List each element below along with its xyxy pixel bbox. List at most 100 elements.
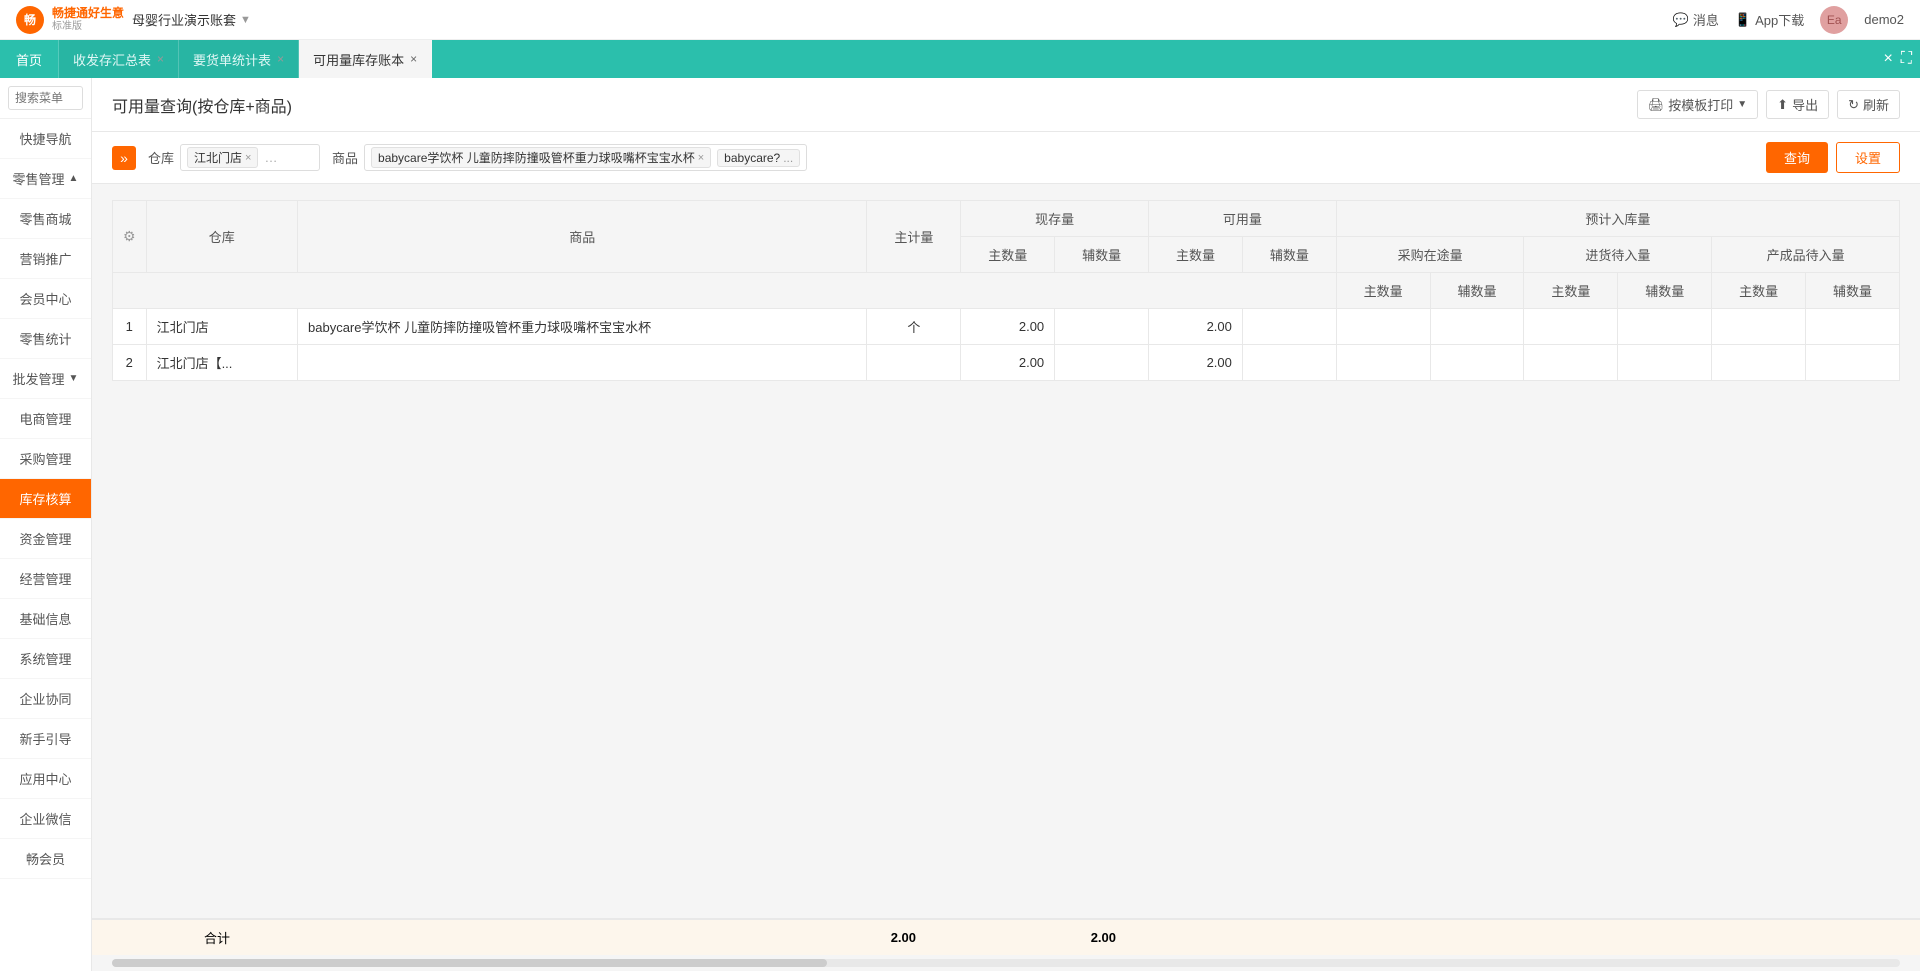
version-label: 标准版 bbox=[52, 21, 124, 33]
tab-fullscreen-icon[interactable]: ⛶ bbox=[1901, 50, 1912, 68]
tab-close-all-icon[interactable]: × bbox=[1883, 50, 1892, 68]
search-input[interactable] bbox=[8, 86, 83, 110]
top-bar-right: 💬 消息 📱 App下载 Ea demo2 bbox=[1673, 6, 1904, 34]
sidebar-item-xinshou[interactable]: 新手引导 bbox=[0, 719, 91, 759]
product-tag-container[interactable]: babycare学饮杯 儿童防摔防撞吸管杯重力球吸嘴杯宝宝水杯 × babyca… bbox=[364, 144, 807, 171]
footer-current-main: 2.00 bbox=[796, 930, 916, 945]
main-layout: 快捷导航 零售管理 ▲ 零售商城 营销推广 会员中心 零售统计 批发管理 ▼ 电… bbox=[0, 78, 1920, 971]
product-tag-0-close-icon[interactable]: × bbox=[698, 152, 704, 164]
cell-warehouse-2: 江北门店【... bbox=[146, 345, 297, 381]
th-inbound-pending: 进货待入量 bbox=[1524, 237, 1712, 273]
refresh-icon: ↻ bbox=[1848, 97, 1859, 113]
sidebar-item-xitong[interactable]: 系统管理 bbox=[0, 639, 91, 679]
footer-total: 合计 2.00 2.00 bbox=[92, 918, 1920, 955]
data-table: ⚙ 仓库 商品 主计量 现存量 bbox=[112, 200, 1900, 381]
product-filter-group: 商品 babycare学饮杯 儿童防摔防撞吸管杯重力球吸嘴杯宝宝水杯 × bab… bbox=[332, 144, 807, 171]
cell-prod-aux-2 bbox=[1806, 345, 1900, 381]
cell-warehouse-1: 江北门店 bbox=[146, 309, 297, 345]
message-btn[interactable]: 💬 消息 bbox=[1673, 10, 1719, 29]
message-icon: 💬 bbox=[1673, 12, 1689, 28]
scroll-thumb[interactable] bbox=[112, 959, 827, 967]
sidebar-item-lingshoshangcheng[interactable]: 零售商城 bbox=[0, 199, 91, 239]
export-icon: ⬆ bbox=[1777, 97, 1788, 113]
th-planned-inbound: 预计入库量 bbox=[1336, 201, 1899, 237]
sidebar-item-pifa[interactable]: 批发管理 ▼ bbox=[0, 359, 91, 399]
sidebar-item-yingxiao[interactable]: 营销推广 bbox=[0, 239, 91, 279]
sidebar-item-zijin[interactable]: 资金管理 bbox=[0, 519, 91, 559]
close-shoufacun-icon[interactable]: × bbox=[157, 52, 164, 66]
sidebar-item-diansahng[interactable]: 电商管理 bbox=[0, 399, 91, 439]
refresh-btn[interactable]: ↻ 刷新 bbox=[1837, 90, 1900, 119]
sidebar-item-kucun[interactable]: 库存核算 bbox=[0, 479, 91, 519]
sidebar-item-lingshotongji[interactable]: 零售统计 bbox=[0, 319, 91, 359]
th-production-pending: 产成品待入量 bbox=[1712, 237, 1900, 273]
warehouse-tag: 江北门店 × bbox=[187, 147, 258, 168]
download-icon: 📱 bbox=[1735, 12, 1751, 28]
pifa-arrow-icon: ▼ bbox=[69, 373, 79, 384]
product-label: 商品 bbox=[332, 148, 358, 167]
sidebar-item-qiyeweixin[interactable]: 企业微信 bbox=[0, 799, 91, 839]
cell-inb-aux-1 bbox=[1618, 309, 1712, 345]
scroll-bar-area bbox=[92, 955, 1920, 971]
cell-prod-main-1 bbox=[1712, 309, 1806, 345]
tab-bar: 首页 收发存汇总表 × 要货单统计表 × 可用量库存账本 × × ⛶ bbox=[0, 40, 1920, 78]
close-yaohuo-icon[interactable]: × bbox=[277, 52, 284, 66]
tab-yaohuo[interactable]: 要货单统计表 × bbox=[179, 40, 299, 78]
cell-product-2 bbox=[298, 345, 867, 381]
cell-inb-aux-2 bbox=[1618, 345, 1712, 381]
footer-available-main: 2.00 bbox=[996, 930, 1116, 945]
cell-inb-main-1 bbox=[1524, 309, 1618, 345]
warehouse-ellipsis: … bbox=[264, 150, 277, 165]
settings-btn[interactable]: 设置 bbox=[1836, 142, 1900, 173]
scroll-track[interactable] bbox=[112, 959, 1900, 967]
sidebar-item-lingshou[interactable]: 零售管理 ▲ bbox=[0, 159, 91, 199]
cell-pur-main-2 bbox=[1336, 345, 1430, 381]
table-row: 1 江北门店 babycare学饮杯 儿童防摔防撞吸管杯重力球吸嘴杯宝宝水杯 个… bbox=[113, 309, 1900, 345]
tab-home[interactable]: 首页 bbox=[0, 40, 59, 78]
th-available: 可用量 bbox=[1149, 201, 1337, 237]
cell-pur-main-1 bbox=[1336, 309, 1430, 345]
tab-controls: × ⛶ bbox=[1875, 50, 1920, 68]
tab-shoufacun[interactable]: 收发存汇总表 × bbox=[59, 40, 179, 78]
export-btn[interactable]: ⬆ 导出 bbox=[1766, 90, 1829, 119]
th-current-main: 主数量 bbox=[961, 237, 1055, 273]
warehouse-tag-container[interactable]: 江北门店 × … bbox=[180, 144, 320, 171]
sidebar-item-changhyuan[interactable]: 畅会员 bbox=[0, 839, 91, 879]
cell-curr-main-1: 2.00 bbox=[961, 309, 1055, 345]
avatar[interactable]: Ea bbox=[1820, 6, 1848, 34]
template-print-btn[interactable]: 🖨 按模板打印 ▼ bbox=[1637, 90, 1758, 119]
app-download-btn[interactable]: 📱 App下载 bbox=[1735, 10, 1804, 29]
sidebar-item-jingying[interactable]: 经营管理 bbox=[0, 559, 91, 599]
th-inbound-aux-label: 辅数量 bbox=[1618, 273, 1712, 309]
sidebar-item-jichu[interactable]: 基础信息 bbox=[0, 599, 91, 639]
sidebar-item-qiye[interactable]: 企业协同 bbox=[0, 679, 91, 719]
expand-filter-btn[interactable]: » bbox=[112, 146, 136, 170]
cell-avail-aux-1 bbox=[1242, 309, 1336, 345]
th-warehouse: 仓库 bbox=[146, 201, 297, 273]
page-header: 可用量查询(按仓库+商品) 🖨 按模板打印 ▼ ⬆ 导出 ↻ 刷新 bbox=[92, 78, 1920, 132]
warehouse-tag-close-icon[interactable]: × bbox=[245, 152, 251, 164]
close-keyongliang-icon[interactable]: × bbox=[410, 52, 417, 66]
template-arrow-icon: ▼ bbox=[1737, 99, 1747, 110]
tab-keyongliang[interactable]: 可用量库存账本 × bbox=[299, 40, 432, 78]
cell-prod-aux-1 bbox=[1806, 309, 1900, 345]
product-more-indicator: ... bbox=[783, 151, 793, 165]
page-title: 可用量查询(按仓库+商品) bbox=[112, 93, 292, 129]
th-prod-aux-label: 辅数量 bbox=[1806, 273, 1900, 309]
column-settings-icon[interactable]: ⚙ bbox=[123, 228, 136, 244]
th-available-aux: 辅数量 bbox=[1242, 237, 1336, 273]
cell-product-1: babycare学饮杯 儿童防摔防撞吸管杯重力球吸嘴杯宝宝水杯 bbox=[298, 309, 867, 345]
cell-unit-2 bbox=[867, 345, 961, 381]
query-btn[interactable]: 查询 bbox=[1766, 142, 1828, 173]
cell-pur-aux-1 bbox=[1430, 309, 1524, 345]
sidebar-item-kuaijie[interactable]: 快捷导航 bbox=[0, 119, 91, 159]
top-bar-left: 畅 畅捷通好生意 标准版 母婴行业演示账套 ▼ bbox=[16, 6, 251, 34]
sidebar-item-caigou[interactable]: 采购管理 bbox=[0, 439, 91, 479]
sidebar-item-huiyuan[interactable]: 会员中心 bbox=[0, 279, 91, 319]
th-settings: ⚙ bbox=[113, 201, 147, 273]
th-main-unit: 主计量 bbox=[867, 201, 961, 273]
company-selector[interactable]: 母婴行业演示账套 ▼ bbox=[132, 10, 251, 29]
sidebar-item-yingyong[interactable]: 应用中心 bbox=[0, 759, 91, 799]
th-prod-main-label: 主数量 bbox=[1712, 273, 1806, 309]
th-current-aux: 辅数量 bbox=[1055, 237, 1149, 273]
